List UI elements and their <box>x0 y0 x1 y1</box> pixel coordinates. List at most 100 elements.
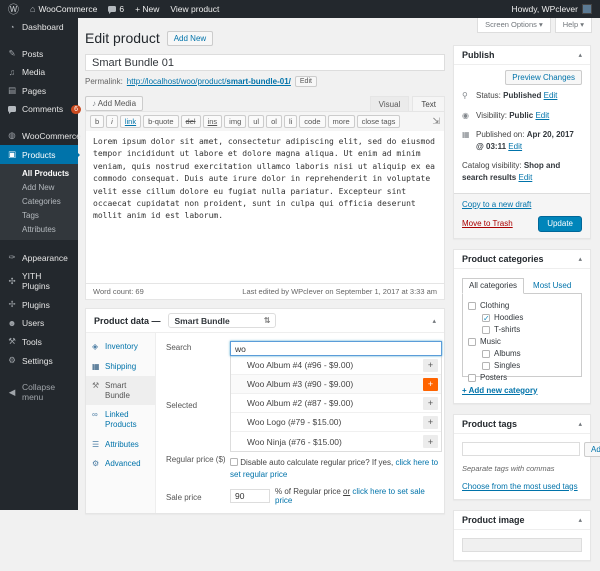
category-checkbox[interactable] <box>482 362 490 370</box>
admin-bar-comments-link[interactable]: 6 <box>108 4 124 14</box>
submenu-item-categories[interactable]: Categories <box>0 194 78 208</box>
product-image-placeholder[interactable] <box>462 538 582 552</box>
fullscreen-icon[interactable]: ⇲ <box>432 116 440 127</box>
qt-li-button[interactable]: li <box>284 115 297 128</box>
qt-bold-button[interactable]: b <box>90 115 104 128</box>
collapse-menu-button[interactable]: ◀ Collapse menu <box>0 378 78 406</box>
tab-linked-products[interactable]: ∞ Linked Products <box>86 405 155 434</box>
add-product-button[interactable]: + <box>423 416 438 429</box>
qt-close-tags-button[interactable]: close tags <box>357 115 401 128</box>
qt-del-button[interactable]: del <box>181 115 201 128</box>
category-item[interactable]: Singles <box>468 360 576 372</box>
category-item[interactable]: Music <box>468 336 576 348</box>
qt-ol-button[interactable]: ol <box>266 115 282 128</box>
edit-visibility-link[interactable]: Edit <box>535 111 549 120</box>
site-name-link[interactable]: ⌂ WooCommerce <box>30 4 97 14</box>
qt-bquote-button[interactable]: b-quote <box>143 115 178 128</box>
tab-text[interactable]: Text <box>412 96 445 111</box>
add-new-category-link[interactable]: + Add new category <box>462 386 538 395</box>
sidebar-item-settings[interactable]: ⚙ Settings <box>0 351 78 370</box>
qt-ul-button[interactable]: ul <box>248 115 264 128</box>
qt-link-button[interactable]: link <box>120 115 141 128</box>
sidebar-item-dashboard[interactable]: ◔ Dashboard <box>0 18 78 36</box>
view-product-link[interactable]: View product <box>170 4 219 14</box>
product-title-input[interactable] <box>85 54 445 71</box>
wordpress-logo-icon[interactable]: Ⓦ <box>8 1 19 17</box>
sidebar-item-users[interactable]: ☻ Users <box>0 314 78 332</box>
permalink-edit-button[interactable]: Edit <box>295 76 317 87</box>
disable-auto-checkbox[interactable] <box>230 458 238 466</box>
product-description-textarea[interactable]: Lorem ipsum dolor sit amet, consectetur … <box>86 131 444 283</box>
screen-options-button[interactable]: Screen Options ▾ <box>477 18 551 33</box>
edit-status-link[interactable]: Edit <box>544 91 558 100</box>
category-checkbox[interactable] <box>468 338 476 346</box>
result-row[interactable]: Woo Logo (#79 - $15.00) + <box>231 413 441 432</box>
qt-italic-button[interactable]: i <box>106 115 118 128</box>
category-checkbox[interactable] <box>482 350 490 358</box>
product-type-select[interactable]: Smart Bundle ⇅ <box>168 313 276 328</box>
edit-catalog-link[interactable]: Edit <box>519 173 533 182</box>
tab-inventory[interactable]: ◈ Inventory <box>86 337 155 357</box>
tab-all-categories[interactable]: All categories <box>462 278 524 294</box>
add-new-button[interactable]: Add New <box>167 31 213 46</box>
most-used-tags-link[interactable]: Choose from the most used tags <box>462 482 578 491</box>
tab-shipping[interactable]: ▦ Shipping <box>86 357 155 377</box>
tab-attributes[interactable]: ☰ Attributes <box>86 435 155 455</box>
sidebar-item-comments[interactable]: Comments 6 <box>0 100 78 118</box>
tab-visual[interactable]: Visual <box>370 96 410 111</box>
qt-img-button[interactable]: img <box>224 115 246 128</box>
update-button[interactable]: Update <box>538 216 582 232</box>
qt-ins-button[interactable]: ins <box>203 115 223 128</box>
tab-advanced[interactable]: ⚙ Advanced <box>86 454 155 474</box>
tab-most-used[interactable]: Most Used <box>533 279 571 293</box>
panel-toggle-icon[interactable]: ▴ <box>432 317 436 325</box>
submenu-item-all-products[interactable]: All Products <box>0 166 78 180</box>
sidebar-item-media[interactable]: ♫ Media <box>0 63 78 81</box>
tab-smart-bundle[interactable]: ⚒ Smart Bundle <box>86 376 155 405</box>
result-row[interactable]: Woo Album #3 (#90 - $9.00) + <box>231 375 441 394</box>
add-media-button[interactable]: ♪ Add Media <box>85 96 143 111</box>
add-tag-button[interactable]: Add <box>584 442 600 457</box>
panel-toggle-icon[interactable]: ▴ <box>578 420 582 428</box>
sidebar-item-products[interactable]: ▣ Products <box>0 145 78 164</box>
category-item[interactable]: Posters <box>468 372 576 384</box>
howdy-account-link[interactable]: Howdy, WPclever <box>512 4 578 14</box>
qt-more-button[interactable]: more <box>328 115 355 128</box>
category-item[interactable]: T-shirts <box>468 324 576 336</box>
avatar[interactable] <box>582 4 592 14</box>
sale-price-input[interactable] <box>230 489 270 503</box>
category-item[interactable]: Hoodies <box>468 312 576 324</box>
sidebar-item-tools[interactable]: ⚒ Tools <box>0 332 78 351</box>
category-item[interactable]: Clothing <box>468 300 576 312</box>
sidebar-item-plugins[interactable]: ✢ Plugins <box>0 295 78 314</box>
edit-published-link[interactable]: Edit <box>508 142 522 151</box>
sidebar-item-woocommerce[interactable]: ◍ WooCommerce <box>0 126 78 145</box>
category-item[interactable]: Albums <box>468 348 576 360</box>
move-to-trash-link[interactable]: Move to Trash <box>462 219 513 228</box>
panel-toggle-icon[interactable]: ▴ <box>578 51 582 59</box>
permalink-url[interactable]: http://localhost/woo/product/smart-bundl… <box>127 77 291 86</box>
copy-to-draft-link[interactable]: Copy to a new draft <box>462 200 531 209</box>
add-product-button[interactable]: + <box>423 397 438 410</box>
submenu-item-add-new[interactable]: Add New <box>0 180 78 194</box>
sidebar-item-yith-plugins[interactable]: ✣ YITH Plugins <box>0 267 78 295</box>
submenu-item-tags[interactable]: Tags <box>0 208 78 222</box>
preview-changes-button[interactable]: Preview Changes <box>505 70 582 85</box>
sidebar-item-pages[interactable]: ▤ Pages <box>0 81 78 100</box>
qt-code-button[interactable]: code <box>299 115 325 128</box>
bundle-search-input[interactable] <box>230 341 442 356</box>
category-checkbox-checked[interactable] <box>482 314 490 322</box>
new-tag-input[interactable] <box>462 442 580 456</box>
add-product-button[interactable]: + <box>423 359 438 372</box>
panel-toggle-icon[interactable]: ▴ <box>578 255 582 263</box>
category-checkbox[interactable] <box>482 326 490 334</box>
add-product-button-active[interactable]: + <box>423 378 438 391</box>
help-button[interactable]: Help ▾ <box>555 18 592 33</box>
sidebar-item-posts[interactable]: ✎ Posts <box>0 44 78 63</box>
sidebar-item-appearance[interactable]: ✑ Appearance <box>0 248 78 267</box>
result-row[interactable]: Woo Album #2 (#87 - $9.00) + <box>231 394 441 413</box>
new-content-link[interactable]: + New <box>135 4 159 14</box>
add-product-button[interactable]: + <box>423 435 438 448</box>
category-checkbox[interactable] <box>468 374 476 382</box>
result-row[interactable]: Woo Album #4 (#96 - $9.00) + <box>231 356 441 375</box>
